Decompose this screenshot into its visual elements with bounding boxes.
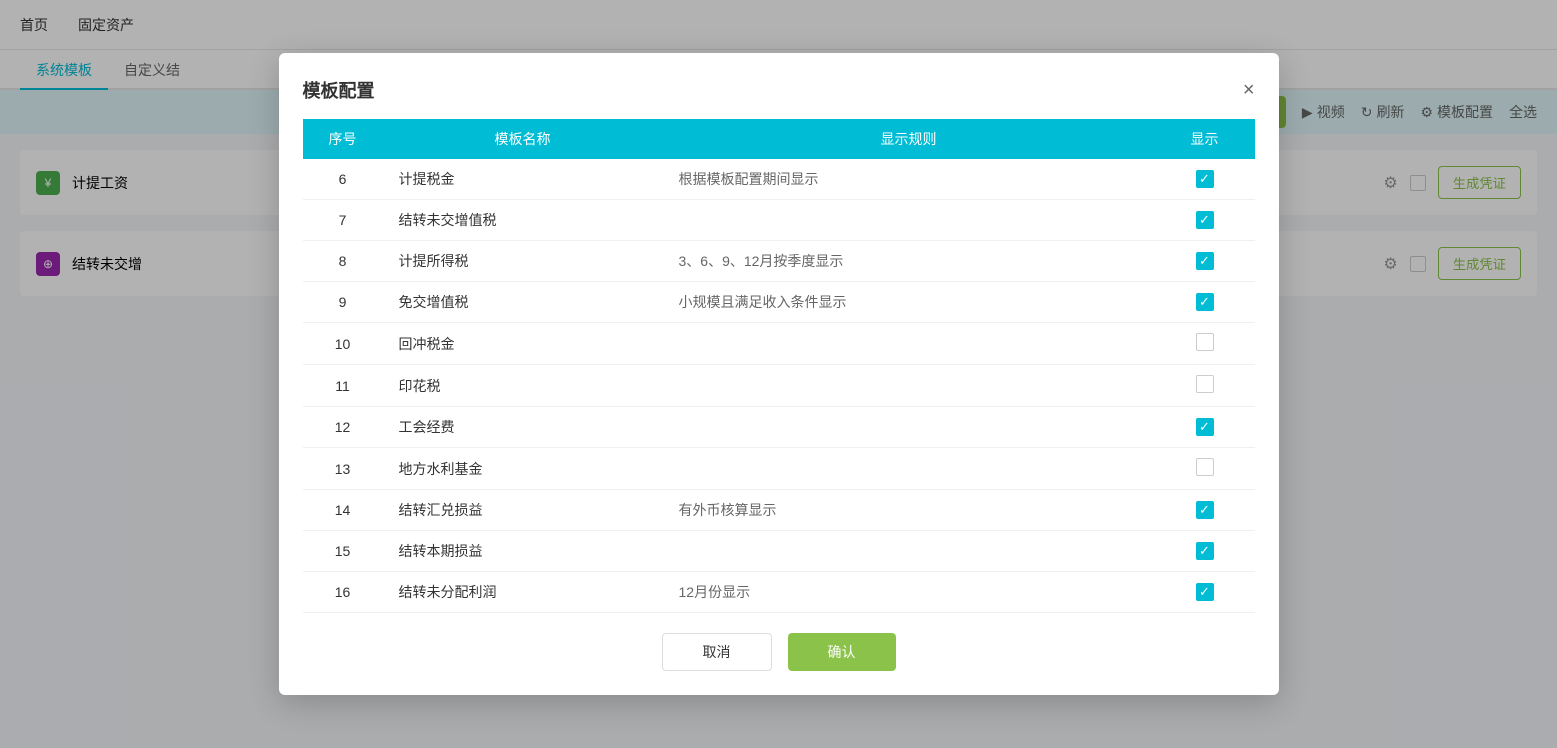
row-id: 13 [303,448,383,490]
row-name: 地方水利基金 [383,448,663,490]
row-rule [663,323,1155,365]
row-display[interactable] [1155,365,1255,407]
cancel-button[interactable]: 取消 [662,633,772,671]
row-rule [663,200,1155,241]
confirm-button[interactable]: 确认 [788,633,896,671]
row-name: 计提所得税 [383,241,663,282]
row-name: 结转本期损益 [383,531,663,572]
row-id: 15 [303,531,383,572]
table-row: 10回冲税金 [303,323,1255,365]
config-table: 序号 模板名称 显示规则 显示 6计提税金根据模板配置期间显示✓7结转未交增值税… [303,119,1255,613]
row-name: 免交增值税 [383,282,663,323]
row-name: 计提税金 [383,159,663,200]
row-display[interactable]: ✓ [1155,241,1255,282]
row-display[interactable] [1155,323,1255,365]
table-row: 14结转汇兑损益有外币核算显示 ✓ [303,490,1255,531]
row-id: 14 [303,490,383,531]
modal-close-button[interactable]: × [1243,80,1255,100]
row-id: 16 [303,572,383,613]
table-row: 16结转未分配利润12月份显示 ✓ [303,572,1255,613]
row-rule: 小规模且满足收入条件显示 [663,282,1155,323]
table-row: 13地方水利基金 [303,448,1255,490]
row-rule: 根据模板配置期间显示 [663,159,1155,200]
row-rule: 12月份显示 [663,572,1155,613]
table-row: 6计提税金根据模板配置期间显示 ✓ [303,159,1255,200]
config-table-wrapper[interactable]: 序号 模板名称 显示规则 显示 6计提税金根据模板配置期间显示✓7结转未交增值税… [303,119,1255,613]
checkbox-unchecked[interactable] [1196,333,1214,351]
template-config-modal: 模板配置 × 序号 模板名称 显示规则 显示 6计提税金根据模板配置期间显示✓7… [279,53,1279,695]
row-name: 结转未分配利润 [383,572,663,613]
row-id: 8 [303,241,383,282]
checkbox-checked[interactable]: ✓ [1196,583,1214,601]
row-name: 印花税 [383,365,663,407]
checkbox-checked[interactable]: ✓ [1196,293,1214,311]
row-id: 7 [303,200,383,241]
table-row: 7结转未交增值税 ✓ [303,200,1255,241]
col-header-rule: 显示规则 [663,119,1155,159]
row-name: 结转未交增值税 [383,200,663,241]
col-header-id: 序号 [303,119,383,159]
table-row: 12工会经费 ✓ [303,407,1255,448]
checkbox-unchecked[interactable] [1196,458,1214,476]
row-rule: 有外币核算显示 [663,490,1155,531]
checkbox-checked[interactable]: ✓ [1196,170,1214,188]
table-row: 9免交增值税小规模且满足收入条件显示 ✓ [303,282,1255,323]
table-row: 11印花税 [303,365,1255,407]
checkbox-checked[interactable]: ✓ [1196,211,1214,229]
row-display[interactable]: ✓ [1155,282,1255,323]
row-name: 回冲税金 [383,323,663,365]
row-rule [663,407,1155,448]
checkbox-unchecked[interactable] [1196,375,1214,393]
row-id: 10 [303,323,383,365]
checkbox-checked[interactable]: ✓ [1196,252,1214,270]
checkbox-checked[interactable]: ✓ [1196,418,1214,436]
row-rule [663,448,1155,490]
table-row: 15结转本期损益 ✓ [303,531,1255,572]
row-display[interactable]: ✓ [1155,159,1255,200]
row-display[interactable]: ✓ [1155,200,1255,241]
row-display[interactable] [1155,448,1255,490]
row-display[interactable]: ✓ [1155,572,1255,613]
row-id: 9 [303,282,383,323]
row-display[interactable]: ✓ [1155,407,1255,448]
modal-overlay: 模板配置 × 序号 模板名称 显示规则 显示 6计提税金根据模板配置期间显示✓7… [0,0,1557,748]
col-header-name: 模板名称 [383,119,663,159]
row-name: 工会经费 [383,407,663,448]
table-row: 8计提所得税3、6、9、12月按季度显示 ✓ [303,241,1255,282]
row-id: 6 [303,159,383,200]
row-rule [663,365,1155,407]
checkbox-checked[interactable]: ✓ [1196,501,1214,519]
row-id: 12 [303,407,383,448]
checkbox-checked[interactable]: ✓ [1196,542,1214,560]
row-name: 结转汇兑损益 [383,490,663,531]
row-display[interactable]: ✓ [1155,490,1255,531]
row-id: 11 [303,365,383,407]
col-header-display: 显示 [1155,119,1255,159]
row-rule: 3、6、9、12月按季度显示 [663,241,1155,282]
row-display[interactable]: ✓ [1155,531,1255,572]
modal-title: 模板配置 [303,77,375,103]
row-rule [663,531,1155,572]
